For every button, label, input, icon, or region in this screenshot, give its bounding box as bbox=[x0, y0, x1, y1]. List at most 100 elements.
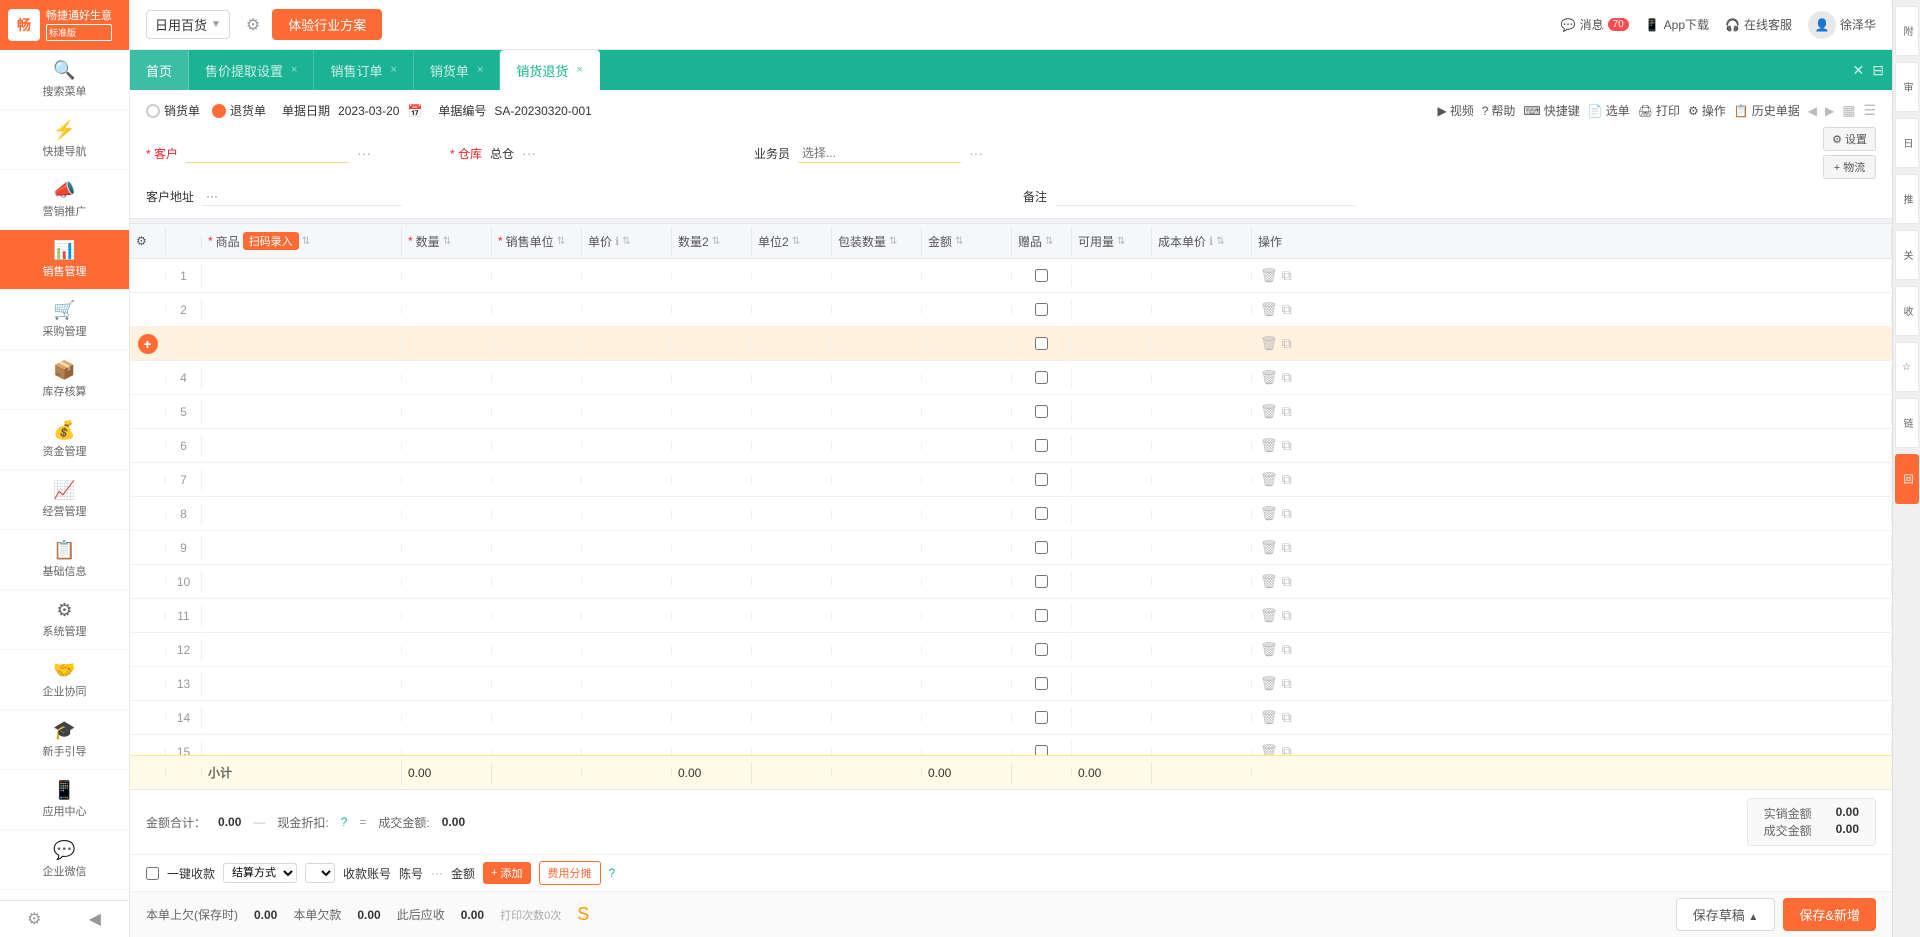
sidebar-item-finance[interactable]: 💰 资金管理 bbox=[0, 410, 129, 470]
row2-unit-price[interactable] bbox=[582, 306, 672, 314]
row15-pack-qty[interactable] bbox=[832, 748, 922, 756]
sidebar-item-marketing[interactable]: 📣 营销推广 bbox=[0, 170, 129, 230]
row8-cost-price[interactable] bbox=[1152, 510, 1252, 518]
row5-available[interactable] bbox=[1072, 408, 1152, 416]
row13-gift-checkbox[interactable] bbox=[1035, 677, 1048, 690]
row15-delete-btn[interactable]: 🗑 bbox=[1260, 743, 1278, 755]
row8-unit2[interactable] bbox=[752, 510, 832, 518]
tab-sale-return[interactable]: 销货退货 × bbox=[500, 50, 599, 90]
row9-product[interactable] bbox=[202, 544, 402, 552]
th-gift-sort-icon[interactable]: ⇅ bbox=[1045, 236, 1053, 247]
row4-gift[interactable] bbox=[1012, 367, 1072, 388]
row13-qty2[interactable] bbox=[672, 680, 752, 688]
row7-gift-checkbox[interactable] bbox=[1035, 473, 1048, 486]
history-nav-prev-icon[interactable]: ◀ bbox=[1808, 104, 1817, 118]
topbar-gear-icon[interactable]: ⚙ bbox=[246, 15, 260, 35]
row2-copy-btn[interactable]: ⧉ bbox=[1282, 301, 1292, 318]
row11-unit-price[interactable] bbox=[582, 612, 672, 620]
row12-amount[interactable] bbox=[922, 646, 1012, 654]
row7-qty2[interactable] bbox=[672, 476, 752, 484]
row13-copy-btn[interactable]: ⧉ bbox=[1282, 675, 1292, 692]
row3-amount[interactable] bbox=[922, 340, 1012, 348]
row10-pack-qty[interactable] bbox=[832, 578, 922, 586]
th-settings[interactable]: ⚙ bbox=[130, 228, 166, 254]
row3-cost-price[interactable] bbox=[1152, 340, 1252, 348]
row14-qty[interactable] bbox=[402, 714, 492, 722]
row5-qty[interactable] bbox=[402, 408, 492, 416]
toolbar-history-btn[interactable]: 📋 历史单据 bbox=[1734, 102, 1800, 119]
row5-product[interactable] bbox=[202, 408, 402, 416]
row1-qty[interactable] bbox=[402, 272, 492, 280]
row7-delete-btn[interactable]: 🗑 bbox=[1260, 471, 1278, 488]
row8-amount[interactable] bbox=[922, 510, 1012, 518]
row5-gift[interactable] bbox=[1012, 401, 1072, 422]
row7-available[interactable] bbox=[1072, 476, 1152, 484]
right-panel-audit-btn[interactable]: 审 bbox=[1895, 62, 1919, 112]
tab-sale-goods-close-icon[interactable]: × bbox=[477, 64, 483, 76]
row6-amount[interactable] bbox=[922, 442, 1012, 450]
user-menu-btn[interactable]: 👤 徐泽华 bbox=[1808, 11, 1876, 39]
th-sales-unit-sort-icon[interactable]: ⇅ bbox=[557, 236, 565, 247]
row15-sales-unit[interactable] bbox=[492, 748, 582, 756]
fee-split-btn[interactable]: 费用分摊 bbox=[539, 861, 601, 885]
row4-pack-qty[interactable] bbox=[832, 374, 922, 382]
sidebar-item-basic[interactable]: 📋 基础信息 bbox=[0, 530, 129, 590]
row4-unit-price[interactable] bbox=[582, 374, 672, 382]
row3-unit-price[interactable] bbox=[582, 340, 672, 348]
row6-cost-price[interactable] bbox=[1152, 442, 1252, 450]
th-unit2-sort-icon[interactable]: ⇅ bbox=[792, 236, 800, 247]
row15-qty2[interactable] bbox=[672, 748, 752, 756]
row8-delete-btn[interactable]: 🗑 bbox=[1260, 505, 1278, 522]
tab-sale-order[interactable]: 销售订单 × bbox=[314, 50, 413, 90]
row14-gift-checkbox[interactable] bbox=[1035, 711, 1048, 724]
radio-sale-item[interactable]: 销货单 bbox=[146, 102, 200, 119]
row5-pack-qty[interactable] bbox=[832, 408, 922, 416]
account-dots-btn[interactable]: ··· bbox=[431, 866, 443, 880]
row11-sales-unit[interactable] bbox=[492, 612, 582, 620]
staff-dots-btn[interactable]: ··· bbox=[969, 145, 983, 161]
row11-copy-btn[interactable]: ⧉ bbox=[1282, 607, 1292, 624]
save-draft-btn[interactable]: 保存草稿 ▲ bbox=[1676, 898, 1776, 931]
row12-qty[interactable] bbox=[402, 646, 492, 654]
radio-return-item[interactable]: 退货单 bbox=[212, 102, 266, 119]
row15-qty[interactable] bbox=[402, 748, 492, 756]
sidebar-item-guide[interactable]: 🎓 新手引导 bbox=[0, 710, 129, 770]
row12-unit-price[interactable] bbox=[582, 646, 672, 654]
row7-unit2[interactable] bbox=[752, 476, 832, 484]
row9-available[interactable] bbox=[1072, 544, 1152, 552]
row10-gift-checkbox[interactable] bbox=[1035, 575, 1048, 588]
row3-gift[interactable] bbox=[1012, 333, 1072, 354]
row9-cost-price[interactable] bbox=[1152, 544, 1252, 552]
row15-unit2[interactable] bbox=[752, 748, 832, 756]
right-panel-link-btn[interactable]: 链 bbox=[1895, 398, 1919, 448]
row14-gift[interactable] bbox=[1012, 707, 1072, 728]
th-pack-qty-sort-icon[interactable]: ⇅ bbox=[889, 236, 897, 247]
row5-unit-price[interactable] bbox=[582, 408, 672, 416]
customer-input[interactable] bbox=[186, 144, 349, 163]
row11-delete-btn[interactable]: 🗑 bbox=[1260, 607, 1278, 624]
sidebar-item-inventory[interactable]: 📦 库存核算 bbox=[0, 350, 129, 410]
add-row-btn[interactable]: + bbox=[138, 334, 158, 354]
row14-delete-btn[interactable]: 🗑 bbox=[1260, 709, 1278, 726]
th-qty-sort-icon[interactable]: ⇅ bbox=[443, 236, 451, 247]
row15-amount[interactable] bbox=[922, 748, 1012, 756]
row7-product[interactable] bbox=[202, 476, 402, 484]
row1-qty2[interactable] bbox=[672, 272, 752, 280]
row3-gift-checkbox[interactable] bbox=[1035, 337, 1048, 350]
row5-delete-btn[interactable]: 🗑 bbox=[1260, 403, 1278, 420]
row3-product-input[interactable] bbox=[208, 337, 395, 351]
row12-delete-btn[interactable]: 🗑 bbox=[1260, 641, 1278, 658]
row4-available[interactable] bbox=[1072, 374, 1152, 382]
date-value[interactable]: 2023-03-20 bbox=[338, 104, 399, 118]
row12-qty2[interactable] bbox=[672, 646, 752, 654]
sidebar-item-operation[interactable]: 📈 经营管理 bbox=[0, 470, 129, 530]
row10-cost-price[interactable] bbox=[1152, 578, 1252, 586]
category-select[interactable]: 日用百货 ▼ bbox=[146, 10, 230, 39]
row10-amount[interactable] bbox=[922, 578, 1012, 586]
row1-gift[interactable] bbox=[1012, 265, 1072, 286]
tab-close-all-btn[interactable]: ✕ bbox=[1853, 62, 1865, 79]
row8-unit-price[interactable] bbox=[582, 510, 672, 518]
sidebar-settings-btn[interactable]: ⚙ bbox=[8, 909, 61, 929]
row9-qty[interactable] bbox=[402, 544, 492, 552]
row11-gift[interactable] bbox=[1012, 605, 1072, 626]
